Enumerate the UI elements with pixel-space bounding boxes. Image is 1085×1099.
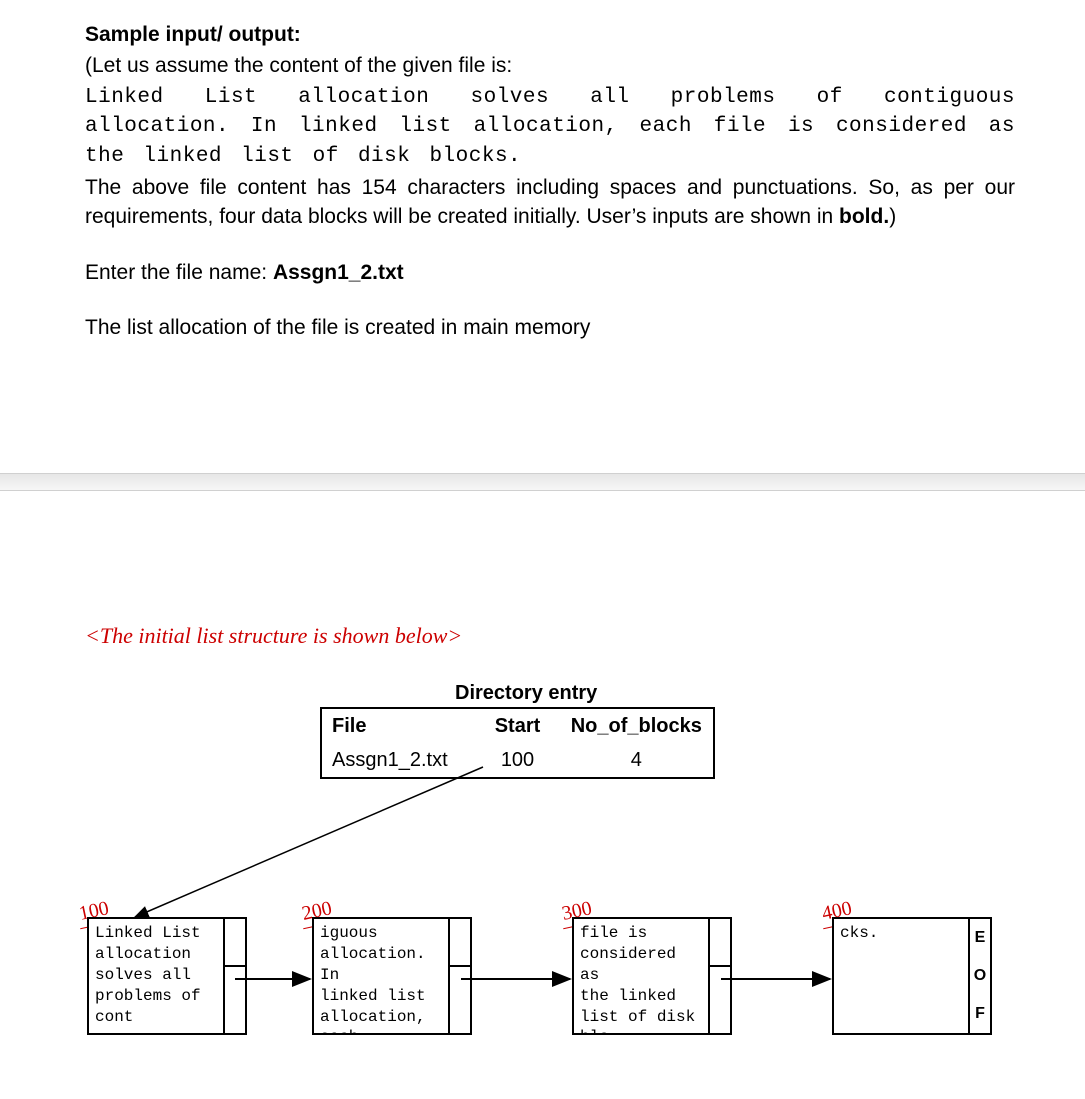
pointer-cell <box>708 919 730 1033</box>
block-data: cks. <box>834 919 968 1033</box>
explain-bold: bold. <box>839 205 889 228</box>
enter-value: Assgn1_2.txt <box>273 261 404 284</box>
col-file: File <box>322 709 475 743</box>
table-header: File Start No_of_blocks <box>322 709 713 743</box>
created-msg: The list allocation of the file is creat… <box>85 313 1015 342</box>
col-noblocks: No_of_blocks <box>560 709 713 743</box>
data-block: Linked Listallocationsolves allproblems … <box>87 917 247 1035</box>
eof-o: O <box>974 965 986 987</box>
eof-cell: E O F <box>968 919 990 1033</box>
data-block: iguousallocation. Inlinked listallocatio… <box>312 917 472 1035</box>
eof-e: E <box>975 927 986 949</box>
cell-blocks: 4 <box>560 743 713 777</box>
block-data: iguousallocation. Inlinked listallocatio… <box>314 919 448 1033</box>
cell-file: Assgn1_2.txt <box>322 743 475 777</box>
col-start: Start <box>475 709 559 743</box>
directory-table: File Start No_of_blocks Assgn1_2.txt 100… <box>320 707 715 779</box>
explain-close: ) <box>889 205 896 228</box>
page-break <box>0 473 1085 491</box>
table-row: Assgn1_2.txt 100 4 <box>322 743 713 777</box>
directory-entry-title: Directory entry <box>455 679 597 707</box>
file-content: Linked List allocation solves all proble… <box>85 83 1015 171</box>
assume-line: (Let us assume the content of the given … <box>85 51 1015 80</box>
linked-list-diagram: Directory entry File Start No_of_blocks … <box>75 679 1035 1059</box>
heading: Sample input/ output: <box>85 20 1015 49</box>
enter-line: Enter the file name: Assgn1_2.txt <box>85 258 1015 287</box>
explain-para: The above file content has 154 character… <box>85 173 1015 232</box>
initial-structure-caption: <The initial list structure is shown bel… <box>85 621 1015 652</box>
cell-start: 100 <box>475 743 559 777</box>
pointer-cell <box>223 919 245 1033</box>
pointer-cell <box>448 919 470 1033</box>
enter-label: Enter the file name: <box>85 261 273 284</box>
eof-f: F <box>975 1003 985 1025</box>
data-block: cks. E O F <box>832 917 992 1035</box>
block-data: Linked Listallocationsolves allproblems … <box>89 919 223 1033</box>
block-data: file isconsidered asthe linkedlist of di… <box>574 919 708 1033</box>
data-block: file isconsidered asthe linkedlist of di… <box>572 917 732 1035</box>
